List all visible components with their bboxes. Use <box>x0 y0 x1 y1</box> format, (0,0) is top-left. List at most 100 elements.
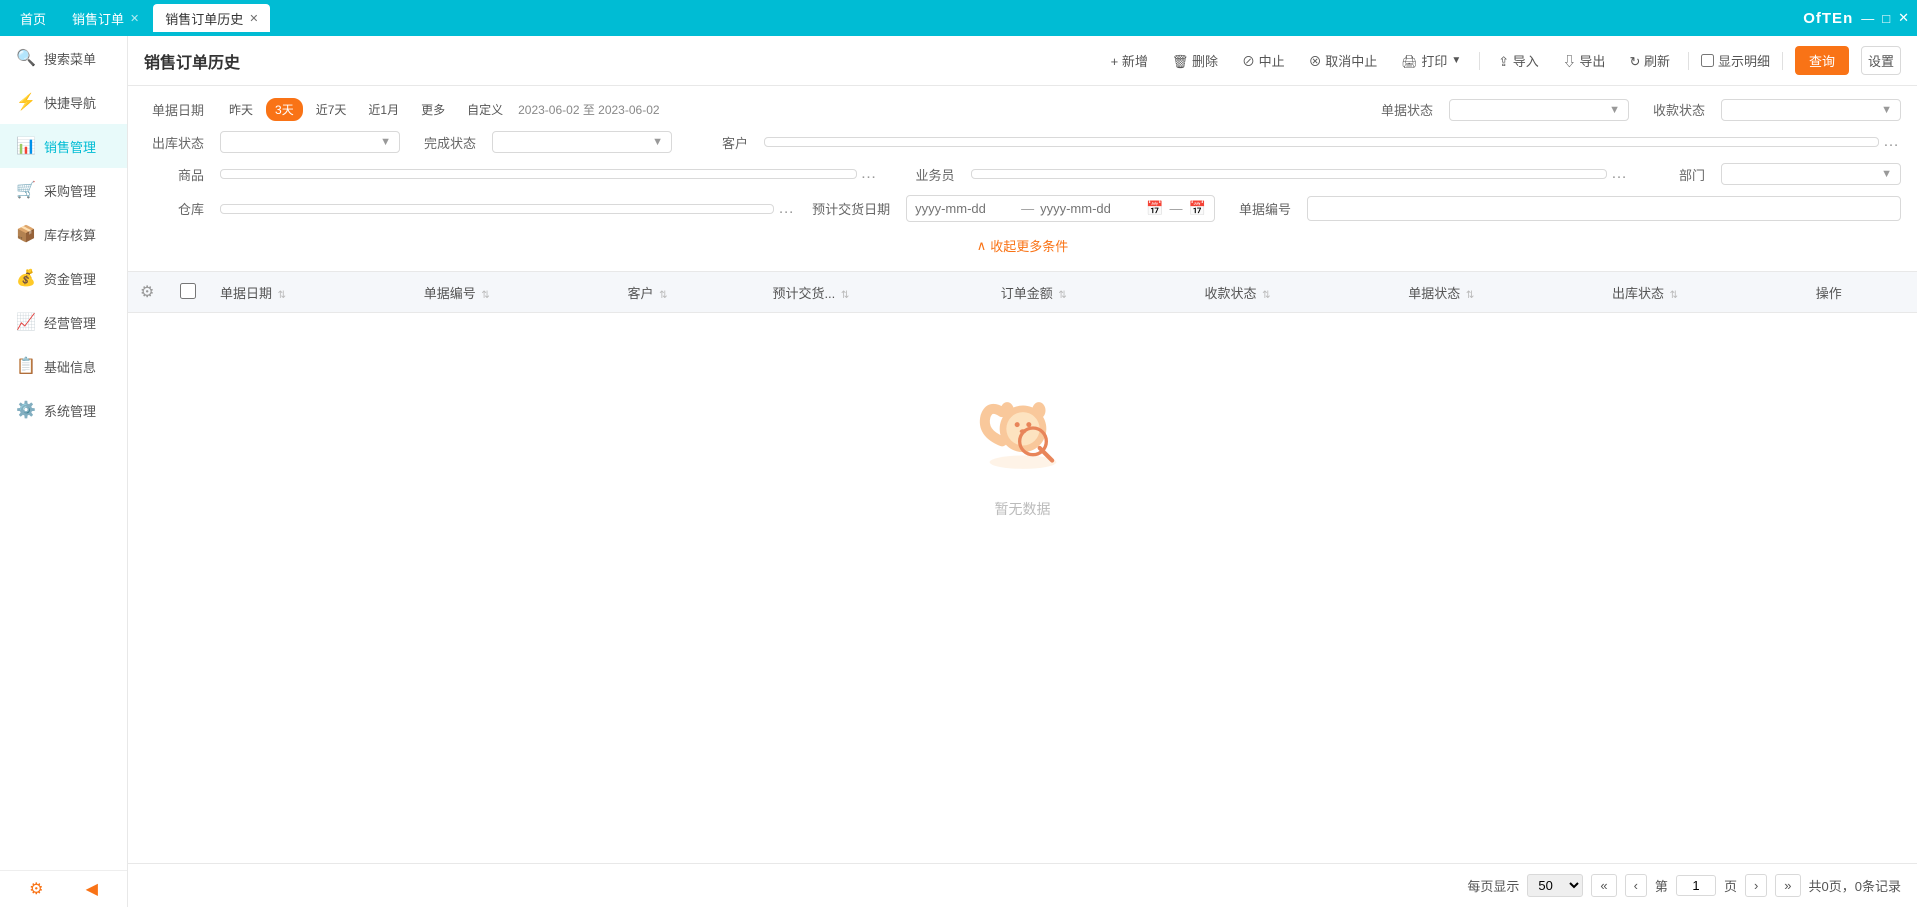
th-payment-status-label: 收款状态 <box>1204 286 1256 301</box>
delete-button[interactable]: 🗑 删除 <box>1166 47 1224 74</box>
th-amount-sort[interactable]: ⇅ <box>1058 290 1066 301</box>
window-minimize[interactable]: — <box>1861 11 1874 26</box>
show-detail-toggle[interactable]: 显示明细 <box>1701 51 1770 70</box>
tab-sales-order-history[interactable]: 销售订单历史 ✕ <box>153 4 270 32</box>
date-btn-more[interactable]: 更多 <box>412 98 454 121</box>
customer-dots[interactable]: … <box>1883 133 1901 151</box>
page-input[interactable] <box>1676 875 1716 896</box>
order-no-input[interactable] <box>1307 196 1901 221</box>
sidebar-item-purchase-mgmt[interactable]: 🛒 采购管理 <box>0 168 127 212</box>
th-warehouse-status: 出库状态 ⇅ <box>1600 272 1804 313</box>
th-payment-status-sort[interactable]: ⇅ <box>1262 290 1270 301</box>
sidebar-item-finance-label: 资金管理 <box>44 269 96 288</box>
product-input[interactable] <box>220 169 857 179</box>
th-order-status-label: 单据状态 <box>1408 286 1460 301</box>
tab-sales-order-close[interactable]: ✕ <box>130 12 139 25</box>
settings-button[interactable]: 设置 <box>1861 46 1901 75</box>
tab-sales-order[interactable]: 销售订单 ✕ <box>60 4 151 32</box>
operations-icon: 📈 <box>16 312 36 332</box>
date-btn-7days[interactable]: 近7天 <box>307 98 356 121</box>
sidebar-item-sales-mgmt[interactable]: 📊 销售管理 <box>0 124 127 168</box>
sidebar-footer-settings[interactable]: ⚙ <box>29 879 43 899</box>
print-dropdown-icon[interactable]: ▼ <box>1451 55 1461 66</box>
th-warehouse-status-sort[interactable]: ⇅ <box>1670 290 1678 301</box>
window-close[interactable]: ✕ <box>1898 10 1909 26</box>
th-order-status-sort[interactable]: ⇅ <box>1466 290 1474 301</box>
delivery-date-icon-right[interactable]: 📅 <box>1189 200 1206 217</box>
th-no-sort[interactable]: ⇅ <box>481 290 489 301</box>
select-all-checkbox[interactable] <box>180 283 196 299</box>
date-btn-1month[interactable]: 近1月 <box>359 98 408 121</box>
sidebar-item-search-menu[interactable]: 🔍 搜索菜单 <box>0 36 127 80</box>
import-button[interactable]: ⇪ 导入 <box>1492 47 1545 74</box>
th-date-sort[interactable]: ⇅ <box>278 290 286 301</box>
salesperson-input[interactable] <box>971 169 1608 179</box>
main-layout: 🔍 搜索菜单 ⚡ 快捷导航 📊 销售管理 🛒 采购管理 📦 库存核算 💰 资金管… <box>0 36 1917 907</box>
th-customer-label: 客户 <box>628 286 654 301</box>
table-settings-button[interactable]: ⚙ <box>140 284 154 301</box>
show-detail-checkbox[interactable] <box>1701 54 1714 67</box>
window-maximize[interactable]: □ <box>1882 11 1890 26</box>
tab-home[interactable]: 首页 <box>8 4 58 32</box>
query-button[interactable]: 查询 <box>1795 46 1849 75</box>
sidebar-item-operations[interactable]: 📈 经营管理 <box>0 300 127 344</box>
table-body: 暂无数据 <box>128 313 1917 590</box>
toolbar: + 新增 🗑 删除 ⊘ 中止 ⊗ 取消中止 🖨 打印 ▼ ⇪ 导入 <box>1105 46 1901 75</box>
stop-button[interactable]: ⊘ 中止 <box>1236 47 1291 74</box>
quick-nav-icon: ⚡ <box>16 92 36 112</box>
sidebar-item-finance[interactable]: 💰 资金管理 <box>0 256 127 300</box>
order-status-label: 单据状态 <box>1373 100 1433 119</box>
export-button[interactable]: ⇩ 导出 <box>1557 47 1612 74</box>
th-ops-label: 操作 <box>1816 286 1842 301</box>
customer-input[interactable] <box>764 137 1879 147</box>
complete-status-select[interactable]: ▼ <box>492 131 672 153</box>
delivery-date-icon-left[interactable]: 📅 <box>1146 200 1163 217</box>
sidebar-item-system[interactable]: ⚙️ 系统管理 <box>0 388 127 432</box>
export-button-label: ⇩ 导出 <box>1563 51 1606 70</box>
delivery-date-to[interactable] <box>1040 201 1140 216</box>
delivery-date-from[interactable] <box>915 201 1015 216</box>
refresh-button[interactable]: ↻ 刷新 <box>1623 47 1676 74</box>
product-control: … <box>220 165 879 183</box>
product-dots[interactable]: … <box>861 165 879 183</box>
th-date: 单据日期 ⇅ <box>208 272 412 313</box>
warehouse-status-select[interactable]: ▼ <box>220 131 400 153</box>
sidebar-footer-collapse[interactable]: ◀ <box>86 879 98 899</box>
collapse-label: 收起更多条件 <box>990 236 1068 255</box>
date-btn-3days[interactable]: 3天 <box>266 98 303 121</box>
th-no-label: 单据编号 <box>424 286 476 301</box>
empty-state-row: 暂无数据 <box>128 313 1917 590</box>
sidebar-item-operations-label: 经营管理 <box>44 313 96 332</box>
th-customer-sort[interactable]: ⇅ <box>659 290 667 301</box>
warehouse-input[interactable] <box>220 204 774 214</box>
show-detail-label: 显示明细 <box>1718 51 1770 70</box>
table-head: ⚙ 单据日期 ⇅ 单据编号 ⇅ <box>128 272 1917 313</box>
sidebar-item-quick-nav[interactable]: ⚡ 快捷导航 <box>0 80 127 124</box>
order-status-select[interactable]: ▼ <box>1449 99 1629 121</box>
first-page-button[interactable]: « <box>1591 874 1616 897</box>
last-page-button[interactable]: » <box>1775 874 1800 897</box>
payment-status-arrow: ▼ <box>1881 104 1892 116</box>
system-icon: ⚙️ <box>16 400 36 420</box>
next-page-button[interactable]: › <box>1745 874 1767 897</box>
collapse-button[interactable]: ∧ 收起更多条件 <box>977 232 1069 259</box>
date-btn-custom[interactable]: 自定义 <box>458 98 512 121</box>
prev-page-button[interactable]: ‹ <box>1625 874 1647 897</box>
cancel-stop-button[interactable]: ⊗ 取消中止 <box>1303 47 1384 74</box>
warehouse-dots[interactable]: … <box>778 200 796 218</box>
sidebar-item-inventory[interactable]: 📦 库存核算 <box>0 212 127 256</box>
sidebar-item-basic-info[interactable]: 📋 基础信息 <box>0 344 127 388</box>
total-info: 共0页，0条记录 <box>1809 876 1901 895</box>
date-btn-today[interactable]: 昨天 <box>220 98 262 121</box>
per-page-select[interactable]: 50 10 20 100 <box>1527 874 1583 897</box>
sidebar-item-sales-mgmt-label: 销售管理 <box>44 137 96 156</box>
print-button[interactable]: 🖨 打印 ▼ <box>1395 47 1467 74</box>
salesperson-dots[interactable]: … <box>1611 165 1629 183</box>
new-button[interactable]: + 新增 <box>1105 47 1154 74</box>
payment-status-select[interactable]: ▼ <box>1721 99 1901 121</box>
th-ops: 操作 <box>1804 272 1917 313</box>
content-area: 销售订单历史 + 新增 🗑 删除 ⊘ 中止 ⊗ 取消中止 🖨 打印 ▼ <box>128 36 1917 907</box>
department-select[interactable]: ▼ <box>1721 163 1901 185</box>
tab-sales-order-history-close[interactable]: ✕ <box>249 12 258 25</box>
th-delivery-sort[interactable]: ⇅ <box>841 290 849 301</box>
